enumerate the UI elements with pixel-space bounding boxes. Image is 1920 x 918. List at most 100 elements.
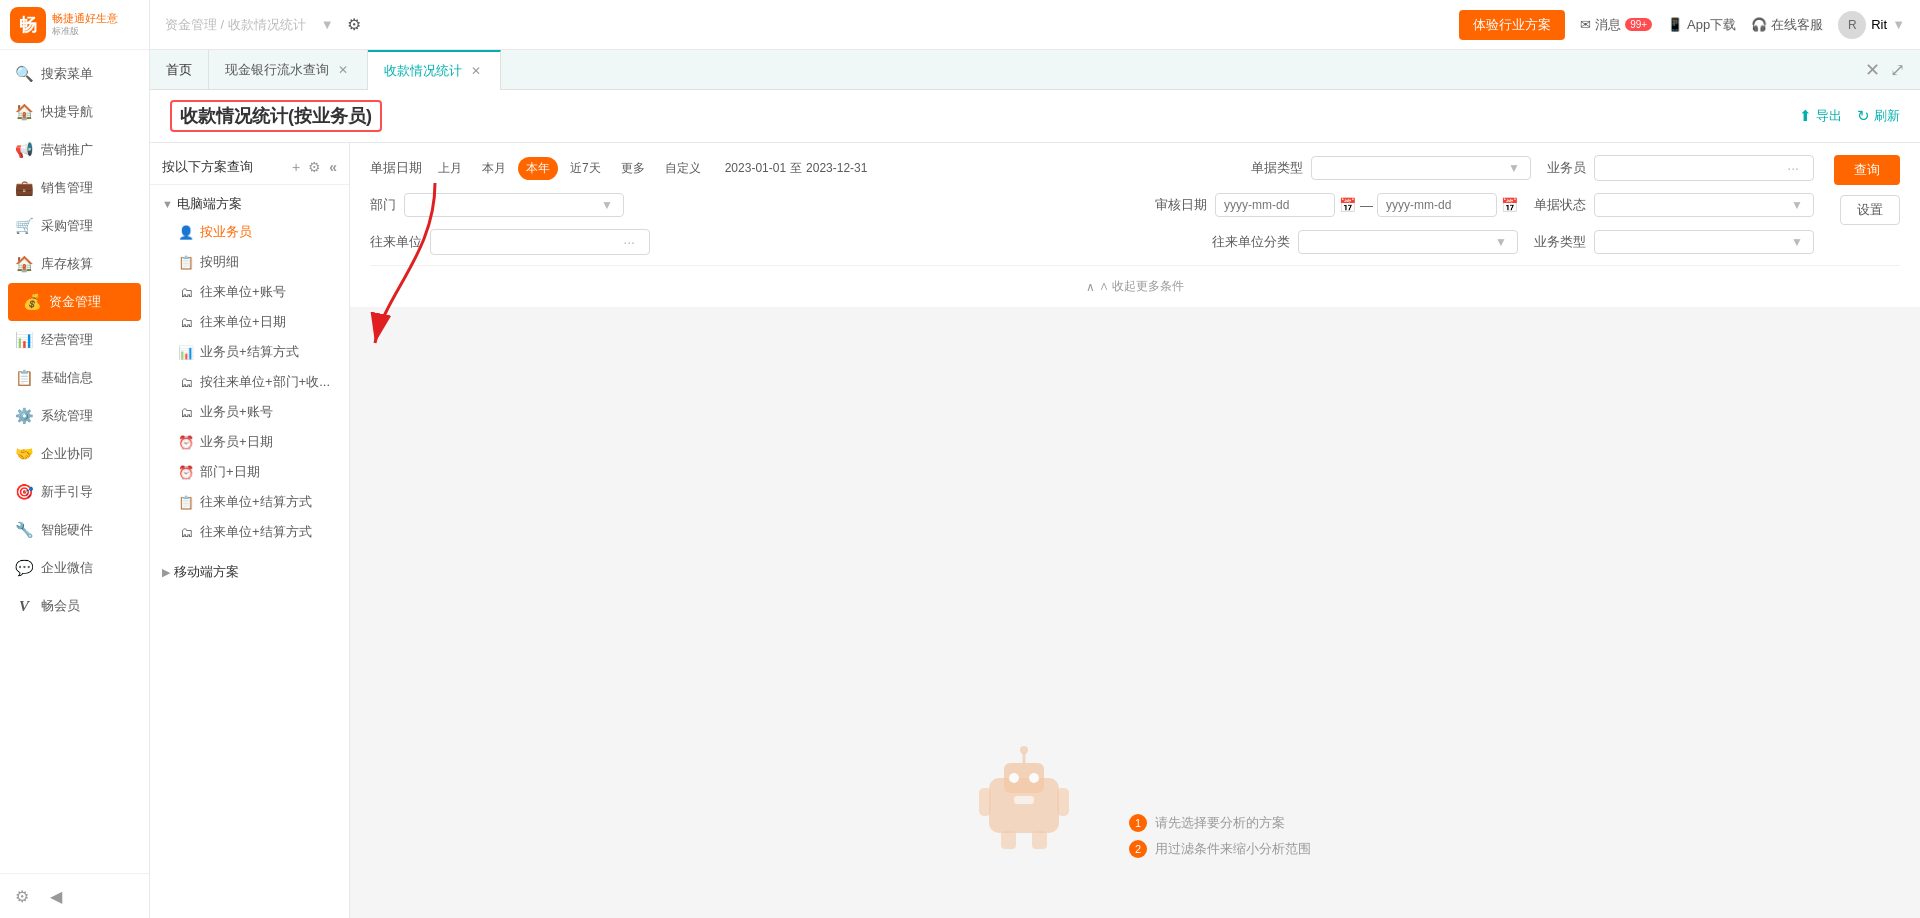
online-service-button[interactable]: 🎧 在线客服 — [1751, 16, 1823, 34]
sidebar-item-enterprise[interactable]: 🤝 企业协同 — [0, 435, 149, 473]
sidebar-item-sales[interactable]: 💼 销售管理 — [0, 169, 149, 207]
settings-button[interactable]: 设置 — [1840, 195, 1900, 225]
sidebar-item-inventory[interactable]: 🏠 库存核算 — [0, 245, 149, 283]
pc-scheme-section: ▼ 电脑端方案 👤 按业务员 📋 按明细 🗂 往来单位+账号 — [150, 185, 349, 553]
export-button[interactable]: ⬆ 导出 — [1799, 107, 1842, 125]
salesman-select[interactable]: ··· — [1594, 155, 1814, 181]
sidebar-item-system[interactable]: ⚙️ 系统管理 — [0, 397, 149, 435]
collapse-more-button[interactable]: ∧ ∧ 收起更多条件 — [1086, 278, 1184, 295]
scheme-item-partner-date[interactable]: 🗂 往来单位+日期 — [150, 307, 349, 337]
biz-type-select[interactable]: ▼ — [1594, 230, 1814, 254]
salesman-label: 业务员 — [1547, 159, 1586, 177]
sidebar-item-operation[interactable]: 📊 经营管理 — [0, 321, 149, 359]
scheme-item-salesman-settlement[interactable]: 📊 业务员+结算方式 — [150, 337, 349, 367]
tip2-number: 2 — [1129, 840, 1147, 858]
message-button[interactable]: ✉ 消息 99+ — [1580, 16, 1652, 34]
sidebar-item-wechat[interactable]: 💬 企业微信 — [0, 549, 149, 587]
scheme-item-partner-account[interactable]: 🗂 往来单位+账号 — [150, 277, 349, 307]
review-date-to-input[interactable] — [1377, 193, 1497, 217]
biz-type-label: 业务类型 — [1534, 233, 1586, 251]
dept-select[interactable]: ▼ — [404, 193, 624, 217]
sidebar-item-marketing[interactable]: 📢 营销推广 — [0, 131, 149, 169]
sidebar-item-search[interactable]: 🔍 搜索菜单 — [0, 55, 149, 93]
salesman-more-icon[interactable]: ··· — [1783, 160, 1803, 176]
date-tab-this-month[interactable]: 本月 — [474, 157, 514, 180]
biz-type-chevron-icon: ▼ — [1791, 235, 1803, 249]
tab-bank[interactable]: 现金银行流水查询 ✕ — [209, 50, 368, 90]
scheme-item-partner-settlement1[interactable]: 📋 往来单位+结算方式 — [150, 487, 349, 517]
pc-section-header[interactable]: ▼ 电脑端方案 — [150, 191, 349, 217]
date-tab-custom[interactable]: 自定义 — [657, 157, 709, 180]
partner-select[interactable]: ··· — [430, 229, 650, 255]
finance-icon: 💰 — [23, 293, 41, 311]
tip2-text: 用过滤条件来缩小分析范围 — [1155, 840, 1311, 858]
settings-bottom-icon[interactable]: ⚙ — [10, 884, 34, 908]
bank-tab-close[interactable]: ✕ — [335, 62, 351, 78]
refresh-button[interactable]: ↻ 刷新 — [1857, 107, 1900, 125]
home-icon: 🏠 — [15, 103, 33, 121]
date-tab-7days[interactable]: 近7天 — [562, 157, 609, 180]
collection-tab-label: 收款情况统计 — [384, 62, 462, 80]
dept-chevron-icon: ▼ — [601, 198, 613, 212]
topbar-dropdown-icon[interactable]: ▼ — [321, 17, 334, 32]
bill-type-chevron-icon: ▼ — [1508, 161, 1520, 175]
tab-collection[interactable]: 收款情况统计 ✕ — [368, 50, 501, 90]
scheme-item-detail[interactable]: 📋 按明细 — [150, 247, 349, 277]
bill-status-filter: 单据状态 ▼ — [1534, 193, 1814, 217]
purchase-icon: 🛒 — [15, 217, 33, 235]
date-tab-more[interactable]: 更多 — [613, 157, 653, 180]
logo-icon: 畅 — [10, 7, 46, 43]
bill-type-select[interactable]: ▼ — [1311, 156, 1531, 180]
collection-tab-close[interactable]: ✕ — [468, 63, 484, 79]
date-tab-last-month[interactable]: 上月 — [430, 157, 470, 180]
collapse-sidebar-icon[interactable]: ◀ — [44, 884, 68, 908]
review-date-from-input[interactable] — [1215, 193, 1335, 217]
scheme-item-salesman-date[interactable]: ⏰ 业务员+日期 — [150, 427, 349, 457]
enterprise-icon: 🤝 — [15, 445, 33, 463]
scheme-add-button[interactable]: + — [292, 159, 300, 175]
scheme-collapse-button[interactable]: « — [329, 159, 337, 175]
mobile-expand-arrow-icon: ▶ — [162, 566, 170, 579]
scheme-settings-button[interactable]: ⚙ — [308, 159, 321, 175]
sidebar-item-quicknav[interactable]: 🏠 快捷导航 — [0, 93, 149, 131]
partner-category-select[interactable]: ▼ — [1298, 230, 1518, 254]
salesman-date-icon: ⏰ — [178, 434, 194, 450]
partner-more-icon[interactable]: ··· — [619, 234, 639, 250]
scheme-panel: 按以下方案查询 + ⚙ « ▼ 电脑端方案 👤 按业务员 — [150, 143, 350, 918]
collapse-more-icon: ∧ — [1086, 280, 1095, 294]
scheme-item-partner-dept[interactable]: 🗂 按往来单位+部门+收... — [150, 367, 349, 397]
tab-home[interactable]: 首页 — [150, 50, 209, 90]
review-date-label: 审核日期 — [1155, 196, 1207, 214]
scheme-item-salesman[interactable]: 👤 按业务员 — [150, 217, 349, 247]
bill-status-select[interactable]: ▼ — [1594, 193, 1814, 217]
sidebar-item-hardware[interactable]: 🔧 智能硬件 — [0, 511, 149, 549]
inventory-icon: 🏠 — [15, 255, 33, 273]
scheme-item-dept-date[interactable]: ⏰ 部门+日期 — [150, 457, 349, 487]
bill-status-chevron-icon: ▼ — [1791, 198, 1803, 212]
topbar-settings-icon[interactable]: ⚙ — [339, 10, 369, 40]
date-tab-this-year[interactable]: 本年 — [518, 157, 558, 180]
query-button[interactable]: 查询 — [1834, 155, 1900, 185]
user-info[interactable]: R Rit ▼ — [1838, 11, 1905, 39]
mobile-section-header[interactable]: ▶ 移动端方案 — [150, 559, 349, 585]
tip1-text: 请先选择要分析的方案 — [1155, 814, 1285, 832]
partner-settlement1-icon: 📋 — [178, 494, 194, 510]
date-filter-label: 单据日期 — [370, 159, 422, 177]
sidebar-item-guide[interactable]: 🎯 新手引导 — [0, 473, 149, 511]
svg-point-10 — [1020, 746, 1028, 754]
scheme-item-partner-settlement2[interactable]: 🗂 往来单位+结算方式 — [150, 517, 349, 547]
sidebar-item-purchase[interactable]: 🛒 采购管理 — [0, 207, 149, 245]
sidebar-item-member[interactable]: V 畅会员 — [0, 587, 149, 625]
sidebar-item-base[interactable]: 📋 基础信息 — [0, 359, 149, 397]
sidebar-item-finance[interactable]: 💰 资金管理 — [8, 283, 141, 321]
dept-date-icon: ⏰ — [178, 464, 194, 480]
solution-button[interactable]: 体验行业方案 — [1459, 10, 1565, 40]
bill-type-label: 单据类型 — [1251, 159, 1303, 177]
maximize-icon[interactable]: ⤢ — [1890, 59, 1905, 81]
close-window-icon[interactable]: ✕ — [1865, 59, 1880, 81]
app-download-button[interactable]: 📱 App下载 — [1667, 16, 1736, 34]
guide-icon: 🎯 — [15, 483, 33, 501]
page-header-actions: ⬆ 导出 ↻ 刷新 — [1799, 107, 1900, 125]
home-tab-label: 首页 — [166, 61, 192, 79]
scheme-item-salesman-account[interactable]: 🗂 业务员+账号 — [150, 397, 349, 427]
